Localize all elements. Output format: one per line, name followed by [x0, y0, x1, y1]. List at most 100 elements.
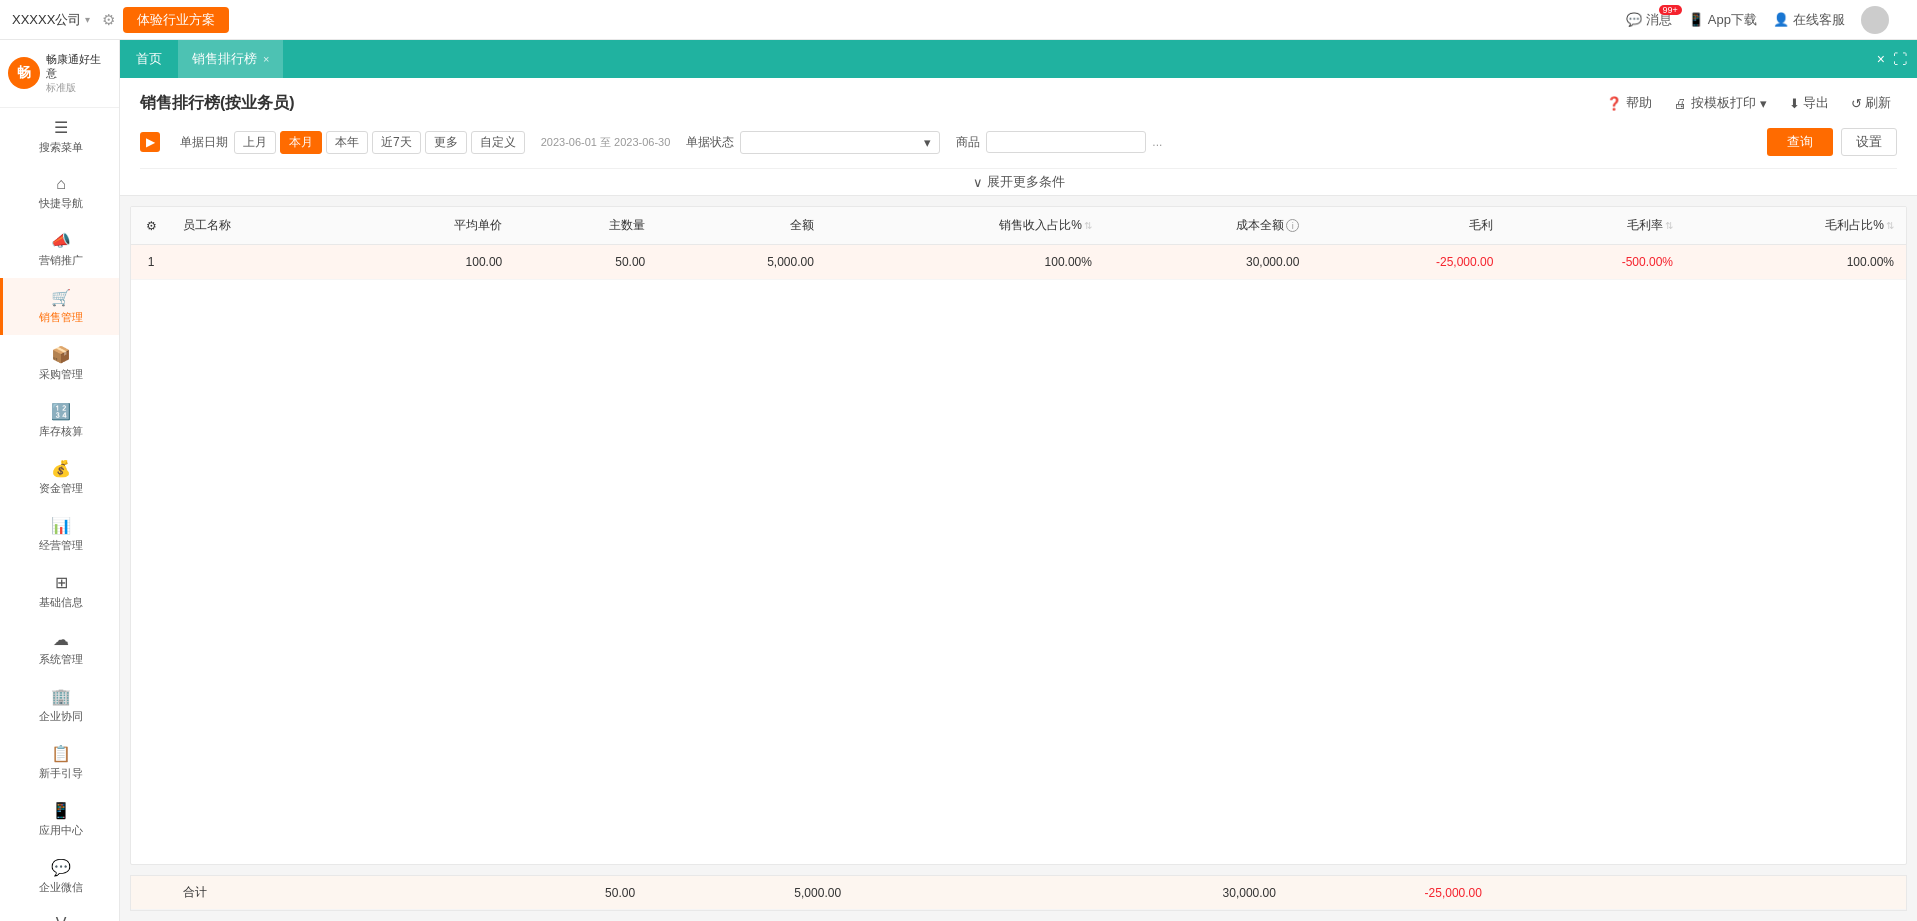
gross-pct-sort-icon[interactable]: ⇅ [1886, 220, 1894, 231]
message-badge: 99+ [1659, 5, 1682, 15]
status-select-chevron: ▾ [924, 135, 931, 150]
date-btn-custom[interactable]: 自定义 [471, 131, 525, 154]
sidebar-item-purchase[interactable]: 📦 采购管理 [0, 335, 119, 392]
message-icon: 💬 [1626, 12, 1642, 27]
purchase-icon: 📦 [51, 345, 71, 364]
date-btn-more[interactable]: 更多 [425, 131, 467, 154]
footer-avg-price-empty [281, 876, 464, 910]
expand-more-row[interactable]: ∨ 展开更多条件 [140, 168, 1897, 195]
sidebar-item-system[interactable]: ☁ 系统管理 [0, 620, 119, 677]
sidebar-item-enterprise-label: 企业协同 [39, 709, 83, 724]
expand-more-label: 展开更多条件 [987, 173, 1065, 191]
th-amount: 全额 [657, 207, 826, 245]
gross-rate-sort-icon[interactable]: ⇅ [1665, 220, 1673, 231]
top-bar: XXXXX公司 ▾ ⚙ 体验行业方案 💬 消息 99+ 📱 App下载 👤 在线… [0, 0, 1917, 40]
top-bar-right: 💬 消息 99+ 📱 App下载 👤 在线客服 [1626, 6, 1905, 34]
tab-close-icon[interactable]: × [263, 53, 269, 65]
action-buttons: 查询 设置 [1767, 128, 1897, 156]
sidebar-item-marketing[interactable]: 📣 营销推广 [0, 221, 119, 278]
shortcut-icon: ⌂ [56, 175, 66, 193]
page-title: 销售排行榜(按业务员) [140, 93, 295, 114]
help-button[interactable]: ❓ 帮助 [1600, 90, 1658, 116]
sidebar-item-search[interactable]: ☰ 搜索菜单 [0, 108, 119, 165]
page-header: 销售排行榜(按业务员) ❓ 帮助 🖨 按模板打印 ▾ ⬇ [120, 78, 1917, 196]
filter-toggle-btn[interactable]: ▶ [140, 132, 160, 152]
date-range-text: 2023-06-01 至 2023-06-30 [541, 136, 671, 148]
sidebar-item-guide-label: 新手引导 [39, 766, 83, 781]
sidebar-item-enterprise[interactable]: 🏢 企业协同 [0, 677, 119, 734]
operations-icon: 📊 [51, 516, 71, 535]
cost-info-icon[interactable]: i [1286, 219, 1299, 232]
td-gross: -25,000.00 [1311, 245, 1505, 280]
refresh-button[interactable]: ↺ 刷新 [1845, 90, 1897, 116]
th-sales-pct[interactable]: 销售收入占比%⇅ [826, 207, 1104, 245]
td-name [171, 245, 343, 280]
member-icon: V [56, 915, 67, 921]
sidebar-item-marketing-label: 营销推广 [39, 253, 83, 268]
td-avg-price: 100.00 [343, 245, 515, 280]
template-print-button[interactable]: 🖨 按模板打印 ▾ [1668, 90, 1773, 116]
tab-sales-rank-label: 销售排行榜 [192, 50, 257, 68]
table-footer: 合计 50.00 5,000.00 30,000.00 -25,000.00 [130, 875, 1907, 911]
date-btn-last-month[interactable]: 上月 [234, 131, 276, 154]
goods-filter-group: 商品 ... [956, 131, 1162, 153]
export-button[interactable]: ⬇ 导出 [1783, 90, 1835, 116]
sidebar-item-operations[interactable]: 📊 经营管理 [0, 506, 119, 563]
sidebar-item-base-label: 基础信息 [39, 595, 83, 610]
avatar[interactable] [1861, 6, 1889, 34]
sidebar-item-inventory[interactable]: 🔢 库存核算 [0, 392, 119, 449]
status-filter-label: 单据状态 [686, 134, 734, 151]
message-btn[interactable]: 💬 消息 99+ [1626, 11, 1672, 29]
help-icon: ❓ [1606, 96, 1622, 111]
query-button[interactable]: 查询 [1767, 128, 1833, 156]
settings-button[interactable]: 设置 [1841, 128, 1897, 156]
date-btn-this-year[interactable]: 本年 [326, 131, 368, 154]
goods-input[interactable] [986, 131, 1146, 153]
app-download-btn[interactable]: 📱 App下载 [1688, 11, 1757, 29]
trial-button[interactable]: 体验行业方案 [123, 7, 229, 33]
td-gross-rate: -500.00% [1505, 245, 1685, 280]
tab-sales-rank[interactable]: 销售排行榜 × [178, 40, 283, 78]
td-gross-pct: 100.00% [1685, 245, 1906, 280]
finance-icon: 💰 [51, 459, 71, 478]
sidebar-item-finance[interactable]: 💰 资金管理 [0, 449, 119, 506]
sales-pct-sort-icon[interactable]: ⇅ [1084, 220, 1092, 231]
sidebar-item-apps[interactable]: 📱 应用中心 [0, 791, 119, 848]
company-selector[interactable]: XXXXX公司 ▾ [12, 11, 90, 29]
refresh-icon: ↺ [1851, 96, 1862, 111]
tab-expand-icon[interactable]: ⛶ [1893, 51, 1907, 67]
online-service-btn[interactable]: 👤 在线客服 [1773, 11, 1845, 29]
td-cost: 30,000.00 [1104, 245, 1311, 280]
date-btn-this-month[interactable]: 本月 [280, 131, 322, 154]
sidebar-item-member[interactable]: V 畅会员 [0, 905, 119, 921]
settings-icon[interactable]: ⚙ [102, 11, 115, 29]
status-select[interactable]: ▾ [740, 131, 940, 154]
tab-minimize-icon[interactable]: × [1877, 51, 1885, 67]
filter-toggle-icon: ▶ [140, 132, 160, 152]
tab-home[interactable]: 首页 [120, 40, 178, 78]
th-settings[interactable]: ⚙ [131, 207, 171, 245]
footer-amount: 5,000.00 [647, 876, 853, 910]
expand-chevron-icon: ∨ [973, 175, 983, 190]
wechat-icon: 💬 [51, 858, 71, 877]
sidebar-item-sales[interactable]: 🛒 销售管理 [0, 278, 119, 335]
sidebar-item-guide[interactable]: 📋 新手引导 [0, 734, 119, 791]
td-rank: 1 [131, 245, 171, 280]
print-dropdown-icon: ▾ [1760, 96, 1767, 111]
sidebar-item-base[interactable]: ⊞ 基础信息 [0, 563, 119, 620]
more-filter-btn[interactable]: ... [1152, 135, 1162, 149]
sidebar-item-finance-label: 资金管理 [39, 481, 83, 496]
refresh-label: 刷新 [1865, 94, 1891, 112]
sidebar-item-wechat[interactable]: 💬 企业微信 [0, 848, 119, 905]
th-gross-rate[interactable]: 毛利率⇅ [1505, 207, 1685, 245]
logo-text-block: 畅康通好生意 标准版 [46, 52, 111, 95]
data-table: ⚙ 员工名称 平均单价 主数量 全额 销售收入占比%⇅ 成本全额i 毛利 [131, 207, 1906, 280]
th-gross-pct[interactable]: 毛利占比%⇅ [1685, 207, 1906, 245]
sidebar-item-shortcut[interactable]: ⌂ 快捷导航 [0, 165, 119, 221]
td-qty: 50.00 [514, 245, 657, 280]
date-btn-7days[interactable]: 近7天 [372, 131, 421, 154]
logo-sub: 标准版 [46, 81, 111, 95]
table-body: 1 100.00 50.00 5,000.00 100.00% 30,000.0… [131, 245, 1906, 280]
inventory-icon: 🔢 [51, 402, 71, 421]
date-range-buttons: 上月 本月 本年 近7天 更多 自定义 [234, 131, 525, 154]
